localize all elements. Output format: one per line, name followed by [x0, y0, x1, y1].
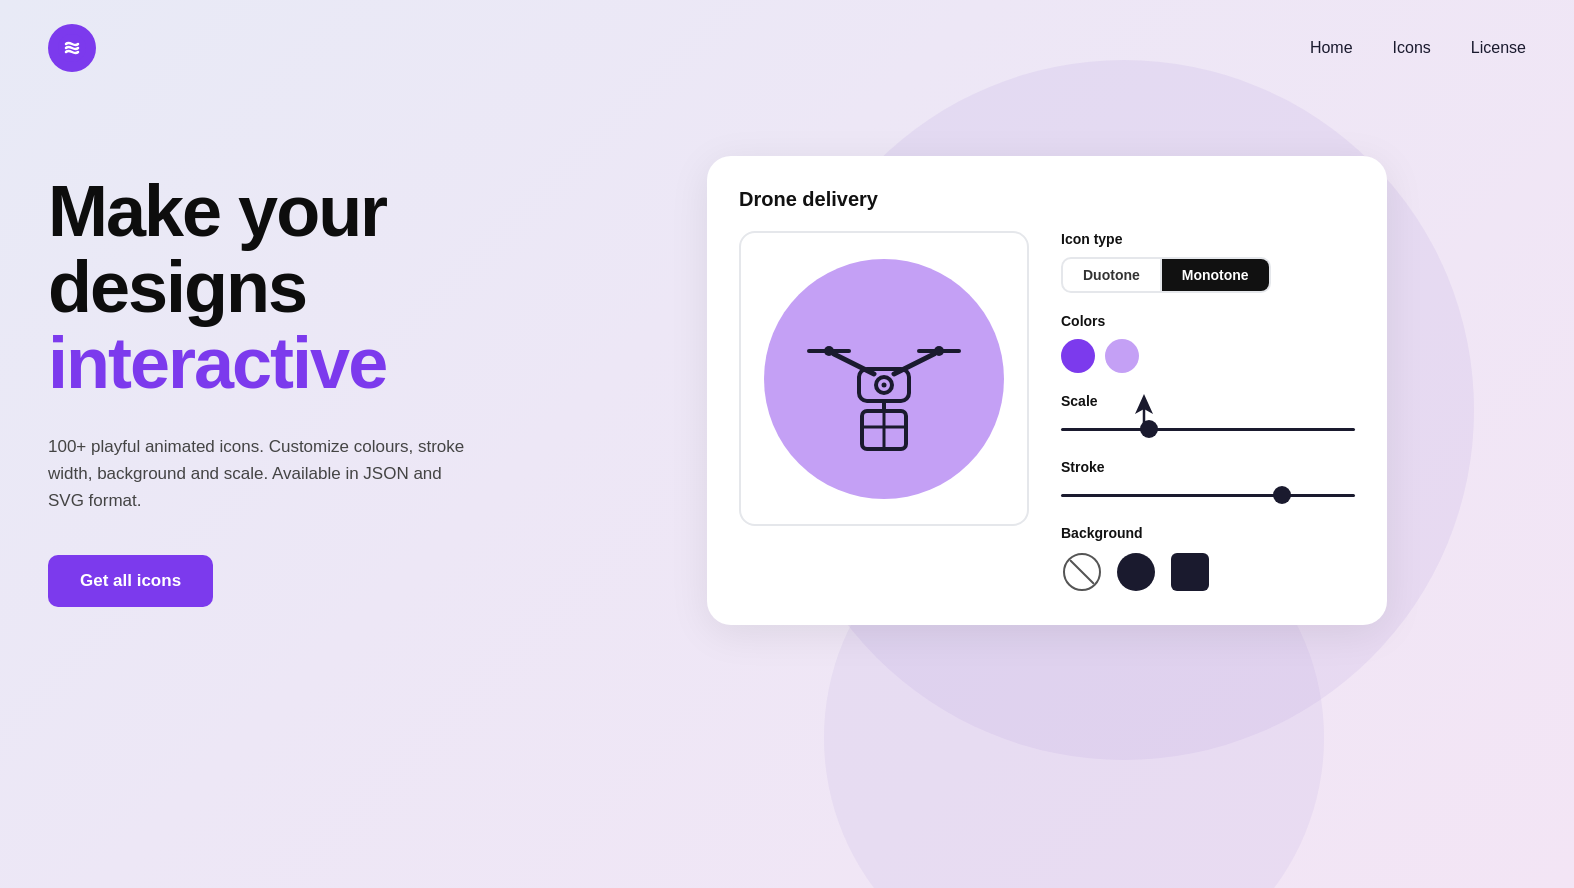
demo-card-body: Icon type Duotone Monotone Colors [739, 231, 1355, 593]
color-swatches [1061, 339, 1355, 373]
logo-icon [58, 34, 86, 62]
icon-preview [739, 231, 1029, 526]
bg-dark-square-option[interactable] [1169, 551, 1211, 593]
color-primary-swatch[interactable] [1061, 339, 1095, 373]
scale-slider-thumb[interactable] [1140, 420, 1158, 438]
scale-label: Scale [1061, 393, 1355, 409]
bg-dark-square-icon [1171, 553, 1209, 591]
icon-bg-circle [764, 259, 1004, 499]
icon-type-group: Icon type Duotone Monotone [1061, 231, 1355, 293]
stroke-label: Stroke [1061, 459, 1355, 475]
bg-dark-circle-icon [1117, 553, 1155, 591]
stroke-slider-track[interactable] [1061, 494, 1355, 497]
scale-slider-track[interactable] [1061, 428, 1355, 431]
hero-title-line2: designs [48, 247, 306, 327]
logo[interactable] [48, 24, 96, 72]
duotone-button[interactable]: Duotone [1063, 259, 1162, 291]
stroke-group: Stroke [1061, 459, 1355, 505]
demo-area: Drone delivery [568, 156, 1526, 625]
drone-icon [804, 299, 964, 459]
nav-icons[interactable]: Icons [1393, 39, 1431, 56]
hero-text: Make your designs interactive 100+ playf… [48, 174, 508, 606]
bg-none-option[interactable] [1061, 551, 1103, 593]
scale-group: Scale [1061, 393, 1355, 439]
hero-subtitle: 100+ playful animated icons. Customize c… [48, 433, 468, 515]
background-label: Background [1061, 525, 1355, 541]
monotone-button[interactable]: Monotone [1162, 259, 1269, 291]
demo-card: Drone delivery [707, 156, 1387, 625]
background-options [1061, 551, 1355, 593]
bg-dark-circle-option[interactable] [1115, 551, 1157, 593]
background-group: Background [1061, 525, 1355, 593]
hero-title-line1: Make your [48, 171, 386, 251]
bg-none-icon [1063, 553, 1101, 591]
demo-card-title: Drone delivery [739, 188, 1355, 211]
icon-type-label: Icon type [1061, 231, 1355, 247]
colors-label: Colors [1061, 313, 1355, 329]
stroke-slider-thumb[interactable] [1273, 486, 1291, 504]
scale-slider-container [1061, 419, 1355, 439]
hero-section: Make your designs interactive 100+ playf… [0, 96, 1574, 625]
svg-point-9 [882, 382, 887, 387]
nav-license[interactable]: License [1471, 39, 1526, 56]
nav-home[interactable]: Home [1310, 39, 1353, 56]
nav-links: Home Icons License [1310, 39, 1526, 57]
hero-title: Make your designs interactive [48, 174, 508, 401]
colors-group: Colors [1061, 313, 1355, 373]
hero-title-accent: interactive [48, 323, 386, 403]
controls-panel: Icon type Duotone Monotone Colors [1061, 231, 1355, 593]
navbar: Home Icons License [0, 0, 1574, 96]
cta-button[interactable]: Get all icons [48, 555, 213, 607]
icon-type-toggle: Duotone Monotone [1061, 257, 1271, 293]
stroke-slider-container [1061, 485, 1355, 505]
color-secondary-swatch[interactable] [1105, 339, 1139, 373]
